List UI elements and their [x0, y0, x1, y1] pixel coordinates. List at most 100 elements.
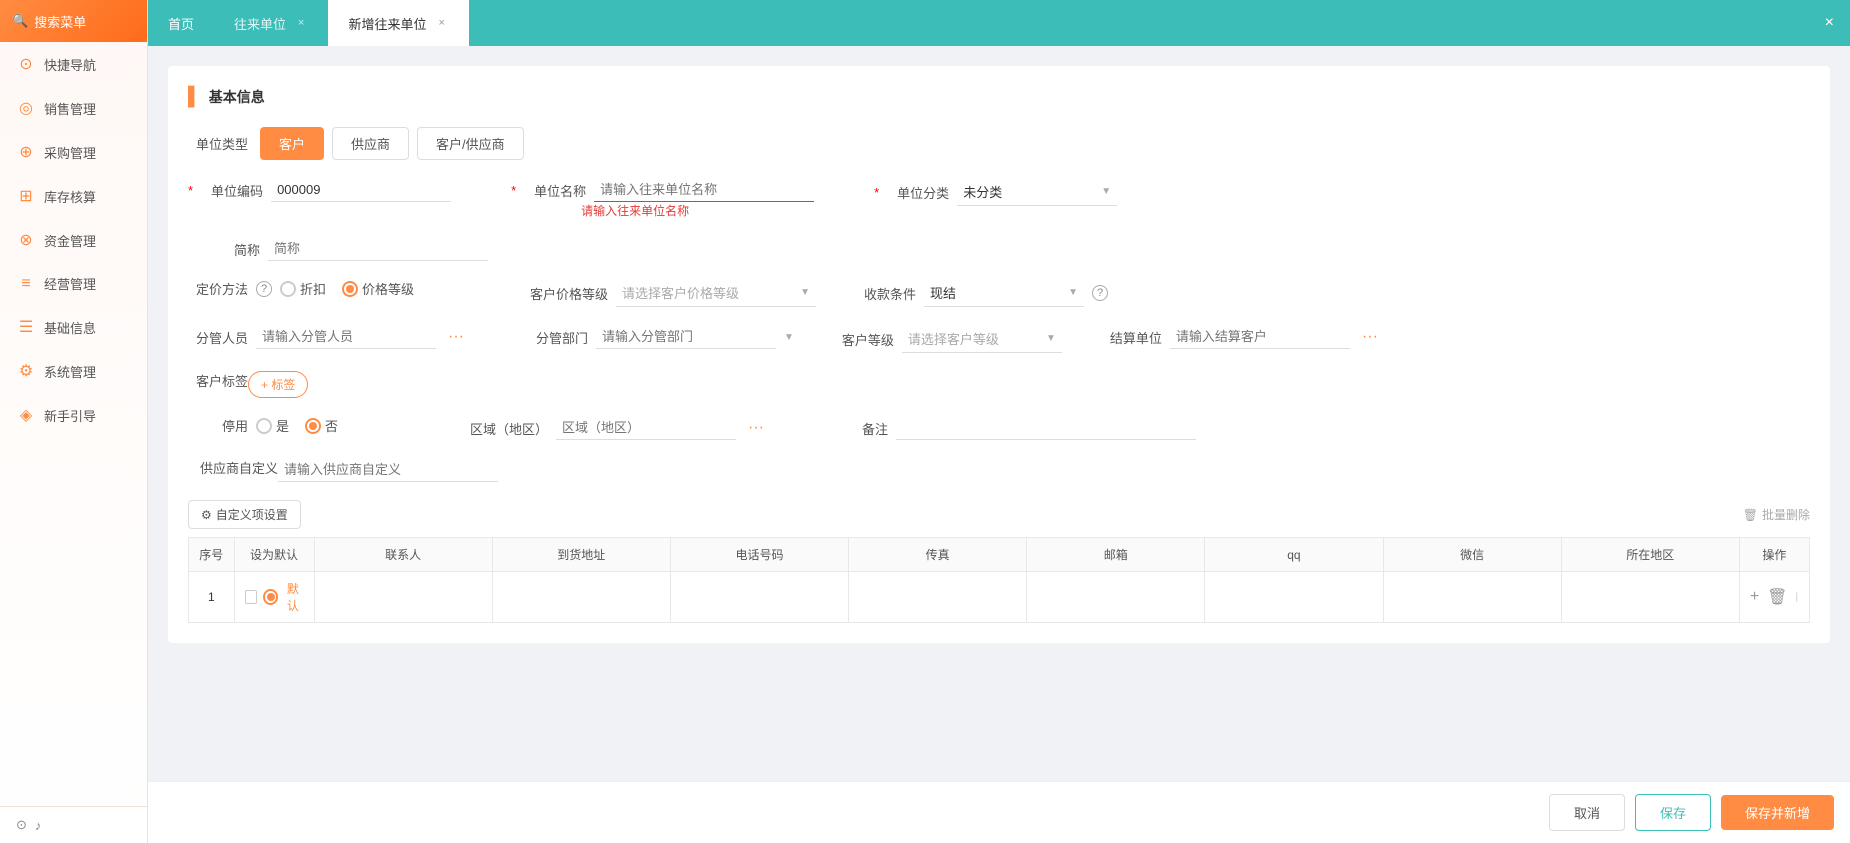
cell-fax[interactable] [849, 572, 1027, 623]
alias-row: 简称 [188, 237, 1810, 261]
add-row-btn[interactable]: + [1750, 588, 1759, 606]
sidebar: 🔍 搜索菜单 ⊙ 快捷导航 ◎ 销售管理 ⊕ 采购管理 ⊞ 库存核算 ⊗ 资金管… [0, 0, 148, 843]
price-level-chevron-icon: ▼ [800, 287, 810, 298]
sidebar-item-quick-nav[interactable]: ⊙ 快捷导航 [0, 42, 147, 86]
dept-input[interactable] [596, 325, 776, 349]
alias-label: 简称 [200, 240, 260, 259]
batch-delete-icon: 🗑 [1743, 508, 1758, 522]
sidebar-item-label: 库存核算 [44, 187, 96, 206]
sidebar-item-sys-mgmt[interactable]: ⚙ 系统管理 [0, 349, 147, 393]
sidebar-item-label: 经营管理 [44, 274, 96, 293]
gear-icon: ⚙ [201, 508, 212, 522]
unit-category-value: 未分类 [963, 182, 1002, 201]
pricing-radio-group: 折扣 价格等级 [280, 279, 414, 298]
remark-label: 备注 [828, 419, 888, 438]
sales-icon: ◎ [16, 98, 36, 118]
pricing-help-icon[interactable]: ? [256, 281, 272, 297]
alias-input[interactable] [268, 237, 488, 261]
cell-qq[interactable] [1205, 572, 1383, 623]
unit-btn-customer[interactable]: 客户 [260, 127, 324, 160]
tab-home[interactable]: 首页 [148, 0, 214, 46]
sidebar-search-label: 搜索菜单 [34, 12, 86, 31]
cell-region[interactable] [1561, 572, 1739, 623]
sidebar-bottom: ⊙ ♪ [0, 806, 147, 843]
unit-btn-both[interactable]: 客户/供应商 [417, 127, 524, 160]
unit-type-row: 单位类型 客户 供应商 客户/供应商 [188, 127, 1810, 160]
tab-new-contact-close[interactable]: × [434, 15, 448, 31]
customer-price-level-select[interactable]: 请选择客户价格等级 ▼ [616, 279, 816, 307]
purchase-icon: ⊕ [16, 142, 36, 162]
finance-icon: ⊗ [16, 230, 36, 250]
radio-no[interactable]: 否 [305, 416, 338, 435]
col-qq: qq [1205, 538, 1383, 572]
manager-input[interactable] [256, 325, 436, 349]
custom-setting-button[interactable]: ⚙ 自定义项设置 [188, 500, 301, 529]
manager-more-btn[interactable]: ··· [444, 328, 468, 346]
row-checkbox[interactable] [245, 590, 258, 604]
radio-yes-label: 是 [276, 416, 289, 435]
radio-yes[interactable]: 是 [256, 416, 289, 435]
sidebar-item-finance[interactable]: ⊗ 资金管理 [0, 218, 147, 262]
add-tag-button[interactable]: + 标签 [248, 371, 308, 398]
sidebar-item-label: 采购管理 [44, 143, 96, 162]
customer-level-label: 客户等级 [834, 330, 894, 349]
customer-level-select[interactable]: 请选择客户等级 ▼ [902, 325, 1062, 353]
custom-setting-label: 自定义项设置 [216, 506, 288, 523]
cell-wechat[interactable] [1383, 572, 1561, 623]
region-input[interactable] [556, 416, 736, 440]
radio-price-level[interactable]: 价格等级 [342, 279, 414, 298]
tab-new-contact[interactable]: 新增往来单位 × [328, 0, 468, 46]
section-basic-info: ▌ 基本信息 [188, 86, 1810, 107]
section-title-label: 基本信息 [209, 87, 265, 107]
manager-row: 分管人员 ··· 分管部门 ▼ 客户等级 请选择客户等级 ▼ [188, 325, 1810, 353]
sidebar-search[interactable]: 🔍 搜索菜单 [0, 0, 147, 42]
unit-info-row: * 单位编码 * 单位名称 请输入往来单位名称 [188, 178, 1810, 219]
save-new-button[interactable]: 保存并新增 [1721, 795, 1834, 830]
sidebar-item-inventory[interactable]: ⊞ 库存核算 [0, 174, 147, 218]
sidebar-item-ops-mgmt[interactable]: ≡ 经营管理 [0, 262, 147, 305]
dept-chevron-icon: ▼ [784, 332, 794, 343]
table-row: 1 默认 [189, 572, 1810, 623]
pricing-row: 定价方法 ? 折扣 价格等级 客户价格等级 [188, 279, 1810, 307]
guide-icon: ◈ [16, 405, 36, 425]
sidebar-item-basic-info[interactable]: ☰ 基础信息 [0, 305, 147, 349]
tab-contacts[interactable]: 往来单位 × [214, 0, 328, 46]
tab-contacts-close[interactable]: × [294, 15, 308, 31]
remark-input[interactable] [896, 416, 1196, 440]
supplier-custom-input[interactable] [278, 458, 498, 482]
payment-terms-value: 现结 [930, 283, 956, 302]
unit-name-input[interactable] [594, 178, 814, 202]
unit-category-select[interactable]: 未分类 ▼ [957, 178, 1117, 206]
payment-terms-select[interactable]: 现结 ▼ [924, 279, 1084, 307]
tab-new-contact-label: 新增往来单位 [348, 14, 426, 33]
sidebar-item-new-guide[interactable]: ◈ 新手引导 [0, 393, 147, 437]
default-radio[interactable]: 默认 [263, 580, 303, 614]
batch-delete-button[interactable]: 🗑 批量删除 [1743, 506, 1810, 523]
settlement-more-btn[interactable]: ··· [1358, 328, 1382, 346]
settlement-unit-input[interactable] [1170, 325, 1350, 349]
col-delivery: 到货地址 [492, 538, 670, 572]
unit-code-input[interactable] [271, 178, 451, 202]
cell-phone[interactable] [670, 572, 848, 623]
cell-contact[interactable] [314, 572, 492, 623]
cell-delivery[interactable] [492, 572, 670, 623]
tab-home-label: 首页 [168, 14, 194, 33]
sidebar-item-sales-mgmt[interactable]: ◎ 销售管理 [0, 86, 147, 130]
region-more-btn[interactable]: ··· [744, 419, 768, 437]
payment-help-icon[interactable]: ? [1092, 285, 1108, 301]
disabled-radio-group: 是 否 [256, 416, 338, 435]
col-wechat: 微信 [1383, 538, 1561, 572]
tab-bar: 首页 往来单位 × 新增往来单位 × × [148, 0, 1850, 46]
sidebar-item-label: 快捷导航 [44, 55, 96, 74]
radio-discount[interactable]: 折扣 [280, 279, 326, 298]
save-button[interactable]: 保存 [1635, 794, 1711, 831]
default-radio-circle [263, 589, 278, 605]
delete-row-btn[interactable]: 🗑 [1767, 587, 1787, 607]
sidebar-item-label: 系统管理 [44, 362, 96, 381]
window-close-button[interactable]: × [1809, 0, 1850, 46]
cell-email[interactable] [1027, 572, 1205, 623]
unit-btn-supplier[interactable]: 供应商 [332, 127, 409, 160]
sidebar-item-purchase-mgmt[interactable]: ⊕ 采购管理 [0, 130, 147, 174]
cancel-button[interactable]: 取消 [1549, 794, 1625, 831]
col-phone: 电话号码 [670, 538, 848, 572]
